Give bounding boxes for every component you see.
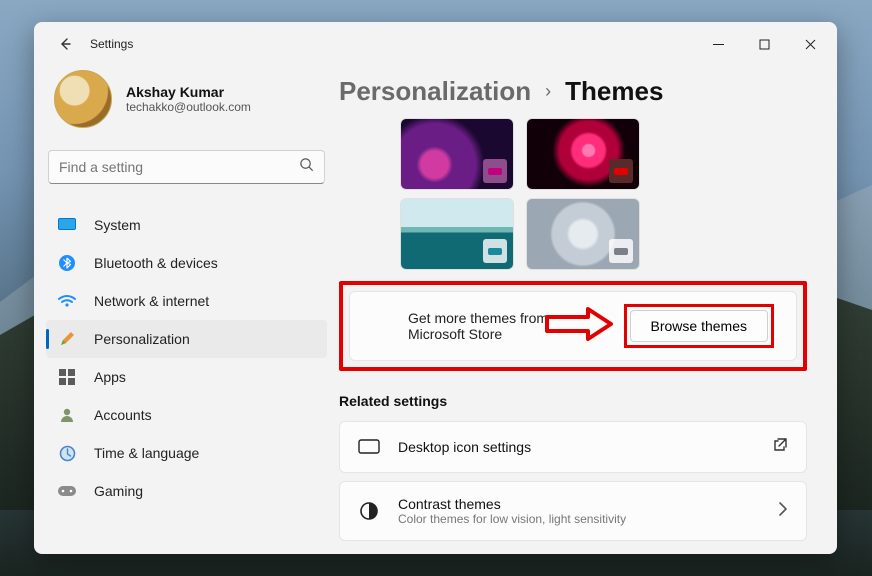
setting-title: Contrast themes (398, 496, 760, 512)
minimize-icon (713, 39, 724, 50)
sidebar-item-time[interactable]: Time & language (46, 434, 327, 472)
minimize-button[interactable] (695, 27, 741, 61)
desktop-icon (358, 436, 380, 458)
browse-themes-row: Get more themes from Microsoft Store Bro… (349, 291, 797, 361)
browse-button-highlight: Browse themes (624, 304, 774, 348)
open-external-icon (772, 437, 788, 458)
clock-globe-icon (58, 444, 76, 462)
breadcrumb: Personalization › Themes (339, 66, 807, 119)
theme-thumbnail[interactable] (401, 199, 513, 269)
close-icon (805, 39, 816, 50)
profile-email: techakko@outlook.com (126, 100, 251, 114)
browse-themes-button[interactable]: Browse themes (630, 310, 768, 342)
contrast-icon (358, 500, 380, 522)
sidebar-item-accounts[interactable]: Accounts (46, 396, 327, 434)
person-icon (58, 406, 76, 424)
sidebar-item-personalization[interactable]: Personalization (46, 320, 327, 358)
search-icon (299, 157, 314, 177)
chevron-right-icon (778, 502, 788, 521)
sidebar-item-label: Time & language (94, 445, 199, 461)
sidebar-item-label: System (94, 217, 141, 233)
chevron-right-icon: › (545, 81, 551, 102)
sidebar-item-label: Bluetooth & devices (94, 255, 218, 271)
profile-name: Akshay Kumar (126, 84, 251, 100)
search-input[interactable] (59, 159, 299, 175)
theme-thumbnails-row-2 (401, 199, 807, 269)
theme-accent-chip (483, 239, 507, 263)
theme-thumbnail[interactable] (401, 119, 513, 189)
browse-themes-highlight: Get more themes from Microsoft Store Bro… (339, 281, 807, 371)
maximize-icon (759, 39, 770, 50)
sidebar-item-label: Network & internet (94, 293, 209, 309)
sidebar: Akshay Kumar techakko@outlook.com System… (34, 66, 339, 554)
theme-accent-chip (609, 159, 633, 183)
sidebar-item-gaming[interactable]: Gaming (46, 472, 327, 510)
sidebar-item-network[interactable]: Network & internet (46, 282, 327, 320)
window-title: Settings (90, 37, 133, 51)
sidebar-item-system[interactable]: System (46, 206, 327, 244)
maximize-button[interactable] (741, 27, 787, 61)
breadcrumb-current: Themes (565, 76, 663, 107)
close-button[interactable] (787, 27, 833, 61)
bluetooth-icon (58, 254, 76, 272)
sidebar-item-apps[interactable]: Apps (46, 358, 327, 396)
theme-thumbnail[interactable] (527, 119, 639, 189)
nav-list: System Bluetooth & devices Network & int… (46, 206, 327, 554)
avatar (54, 70, 112, 128)
profile-block[interactable]: Akshay Kumar techakko@outlook.com (46, 66, 327, 146)
breadcrumb-parent[interactable]: Personalization (339, 76, 531, 107)
paintbrush-icon (58, 330, 76, 348)
settings-window: Settings Akshay Kumar techakko@outlook.c… (34, 22, 837, 554)
wifi-icon (58, 292, 76, 310)
display-icon (58, 216, 76, 234)
apps-icon (58, 368, 76, 386)
sidebar-item-label: Accounts (94, 407, 152, 423)
browse-themes-text: Get more themes from Microsoft Store (408, 310, 588, 342)
back-button[interactable] (48, 27, 82, 61)
gamepad-icon (58, 482, 76, 500)
sidebar-item-bluetooth[interactable]: Bluetooth & devices (46, 244, 327, 282)
setting-title: Desktop icon settings (398, 439, 754, 455)
sidebar-item-label: Personalization (94, 331, 190, 347)
related-settings-title: Related settings (339, 393, 807, 409)
theme-thumbnails-row-1 (401, 119, 807, 189)
search-field[interactable] (48, 150, 325, 184)
theme-thumbnail[interactable] (527, 199, 639, 269)
desktop-icon-settings-row[interactable]: Desktop icon settings (339, 421, 807, 473)
theme-accent-chip (483, 159, 507, 183)
sidebar-item-label: Gaming (94, 483, 143, 499)
theme-accent-chip (609, 239, 633, 263)
arrow-left-icon (57, 36, 73, 52)
setting-subtitle: Color themes for low vision, light sensi… (398, 512, 760, 526)
main-content: Personalization › Themes (339, 66, 837, 554)
sidebar-item-label: Apps (94, 369, 126, 385)
titlebar: Settings (34, 22, 837, 66)
contrast-themes-row[interactable]: Contrast themes Color themes for low vis… (339, 481, 807, 541)
